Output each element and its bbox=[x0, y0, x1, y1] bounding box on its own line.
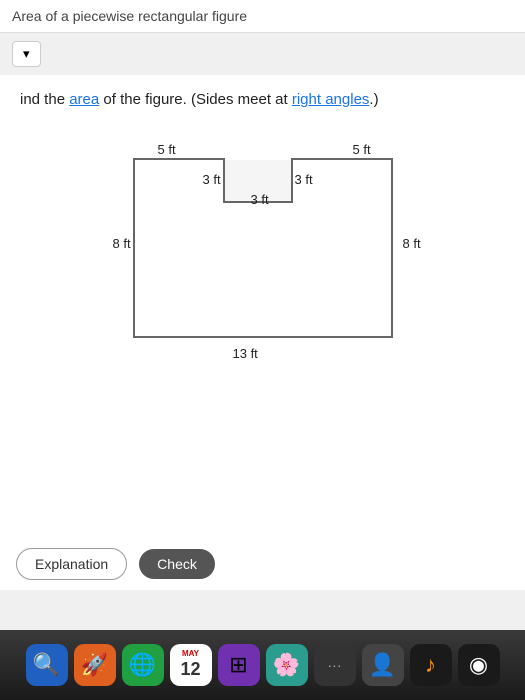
dock-chrome-icon[interactable]: 🌐 bbox=[122, 644, 164, 686]
geometry-figure: 5 ft 5 ft 3 ft 3 ft 3 ft 8 ft 8 ft 13 ft bbox=[103, 128, 423, 368]
label-notch-left: 3 ft bbox=[203, 172, 221, 187]
problem-text-after: .) bbox=[369, 91, 378, 108]
dock-calendar-icon[interactable]: MAY 12 bbox=[170, 644, 212, 686]
calendar-day: 12 bbox=[180, 659, 200, 681]
dock-wifi-icon[interactable]: ◉ bbox=[458, 644, 500, 686]
chevron-down-icon: ▾ bbox=[23, 46, 30, 62]
calendar-month: MAY bbox=[182, 649, 199, 659]
label-notch-right: 3 ft bbox=[295, 172, 313, 187]
area-link[interactable]: area bbox=[69, 91, 99, 108]
dock-person-icon[interactable]: 👤 bbox=[362, 644, 404, 686]
label-notch-bottom: 3 ft bbox=[251, 192, 269, 207]
problem-text-before: ind the bbox=[20, 91, 69, 108]
top-bar: Area of a piecewise rectangular figure bbox=[0, 0, 525, 33]
label-right: 8 ft bbox=[403, 236, 421, 251]
check-button[interactable]: Check bbox=[139, 549, 215, 579]
main-content: ind the area of the figure. (Sides meet … bbox=[0, 75, 525, 555]
right-angles-link[interactable]: right angles bbox=[292, 91, 370, 108]
label-bottom: 13 ft bbox=[233, 346, 258, 361]
dropdown-button[interactable]: ▾ bbox=[12, 41, 41, 67]
dock-finder-icon[interactable]: 🔍 bbox=[26, 644, 68, 686]
label-top-right: 5 ft bbox=[353, 142, 371, 157]
dock-dots-icon[interactable]: ··· bbox=[314, 644, 356, 686]
dock-music-icon[interactable]: ♪ bbox=[410, 644, 452, 686]
bottom-actions: Explanation Check bbox=[0, 538, 525, 590]
dock-apps-icon[interactable]: 🌸 bbox=[266, 644, 308, 686]
dock: 🔍 🚀 🌐 MAY 12 ⊞ 🌸 ··· 👤 ♪ ◉ bbox=[0, 630, 525, 700]
problem-text-middle: of the figure. (Sides meet at bbox=[99, 91, 292, 108]
top-bar-title: Area of a piecewise rectangular figure bbox=[12, 8, 247, 24]
dock-launchpad-icon[interactable]: 🚀 bbox=[74, 644, 116, 686]
label-top-left: 5 ft bbox=[158, 142, 176, 157]
problem-statement: ind the area of the figure. (Sides meet … bbox=[20, 91, 505, 108]
notch-cover bbox=[225, 156, 291, 160]
label-left: 8 ft bbox=[113, 236, 131, 251]
dock-grid-icon[interactable]: ⊞ bbox=[218, 644, 260, 686]
explanation-button[interactable]: Explanation bbox=[16, 548, 127, 580]
